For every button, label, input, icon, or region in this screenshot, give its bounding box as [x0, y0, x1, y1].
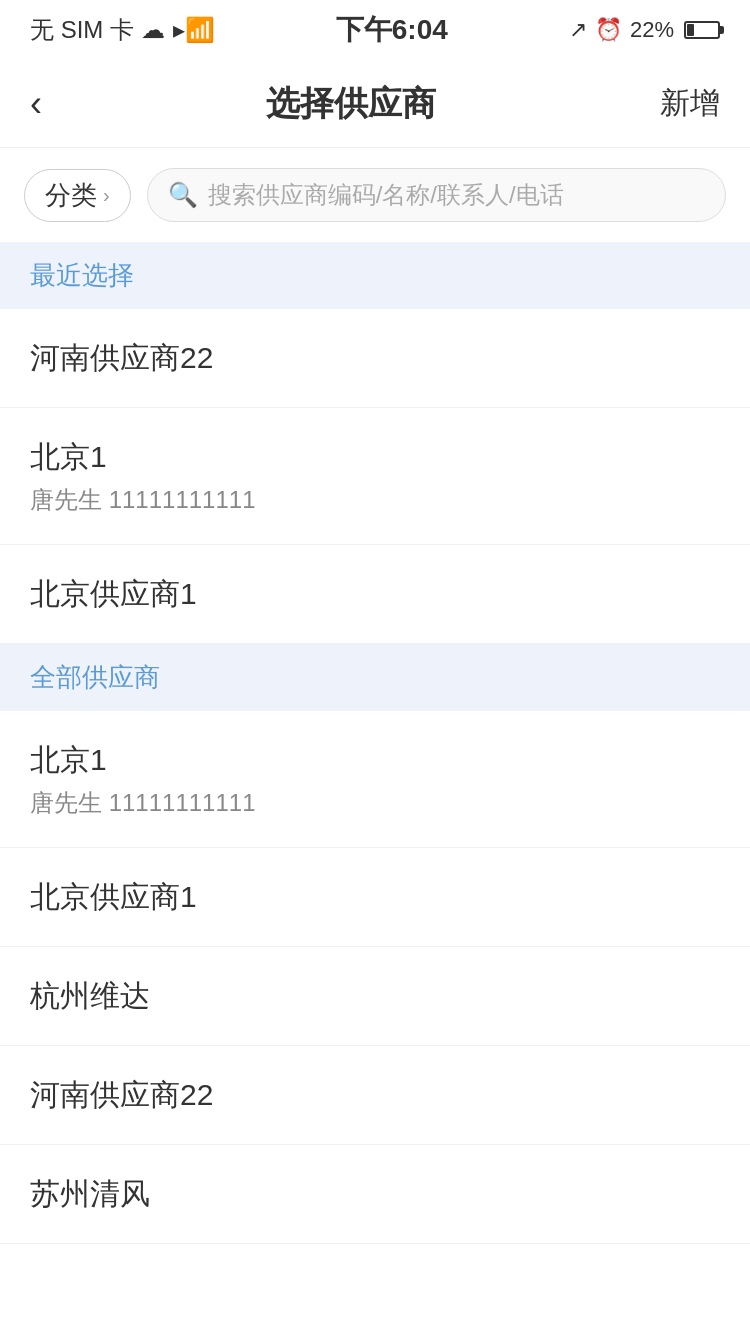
search-icon: 🔍 [168, 181, 198, 209]
all-list: 北京1 唐先生 11111111111 北京供应商1 杭州维达 河南供应商22 … [0, 711, 750, 1244]
item-name: 北京1 [30, 436, 720, 478]
all-section-label: 全部供应商 [30, 662, 160, 692]
category-label: 分类 [45, 178, 97, 213]
list-item[interactable]: 北京1 唐先生 11111111111 [0, 711, 750, 848]
page-title: 选择供应商 [266, 81, 436, 127]
location-icon: ↗ [569, 17, 587, 43]
wifi-icon: ▸📶 [173, 16, 215, 44]
list-item[interactable]: 苏州清风 [0, 1145, 750, 1244]
all-section-header: 全部供应商 [0, 644, 750, 711]
search-box[interactable]: 🔍 搜索供应商编码/名称/联系人/电话 [147, 168, 726, 222]
search-placeholder: 搜索供应商编码/名称/联系人/电话 [208, 179, 564, 211]
list-item[interactable]: 河南供应商22 [0, 309, 750, 408]
battery-icon [684, 21, 720, 39]
status-bar: 无 SIM 卡 ☁ ▸📶 下午6:04 ↗ ⏰ 22% [0, 0, 750, 60]
status-right: ↗ ⏰ 22% [569, 17, 720, 43]
nav-bar: ‹ 选择供应商 新增 [0, 60, 750, 148]
recent-section-label: 最近选择 [30, 260, 134, 290]
recent-list: 河南供应商22 北京1 唐先生 11111111111 北京供应商1 [0, 309, 750, 644]
item-name: 杭州维达 [30, 975, 720, 1017]
status-left: 无 SIM 卡 ☁ ▸📶 [30, 14, 215, 46]
add-button[interactable]: 新增 [660, 83, 720, 124]
status-time: 下午6:04 [336, 11, 448, 49]
battery-percent: 22% [630, 17, 674, 43]
item-name: 苏州清风 [30, 1173, 720, 1215]
filter-bar: 分类 › 🔍 搜索供应商编码/名称/联系人/电话 [0, 148, 750, 242]
item-sub: 唐先生 11111111111 [30, 787, 720, 819]
category-button[interactable]: 分类 › [24, 169, 131, 222]
item-name: 河南供应商22 [30, 1074, 720, 1116]
list-item[interactable]: 河南供应商22 [0, 1046, 750, 1145]
list-item[interactable]: 杭州维达 [0, 947, 750, 1046]
list-item[interactable]: 北京供应商1 [0, 545, 750, 644]
item-name: 北京供应商1 [30, 573, 720, 615]
recent-section-header: 最近选择 [0, 242, 750, 309]
list-item[interactable]: 北京1 唐先生 11111111111 [0, 408, 750, 545]
alarm-icon: ⏰ [595, 17, 622, 43]
item-name: 河南供应商22 [30, 337, 720, 379]
chevron-right-icon: › [103, 184, 110, 207]
item-name: 北京供应商1 [30, 876, 720, 918]
no-sim-label: 无 SIM 卡 ☁ [30, 14, 165, 46]
item-name: 北京1 [30, 739, 720, 781]
item-sub: 唐先生 11111111111 [30, 484, 720, 516]
list-item[interactable]: 北京供应商1 [0, 848, 750, 947]
back-button[interactable]: ‹ [30, 83, 42, 125]
